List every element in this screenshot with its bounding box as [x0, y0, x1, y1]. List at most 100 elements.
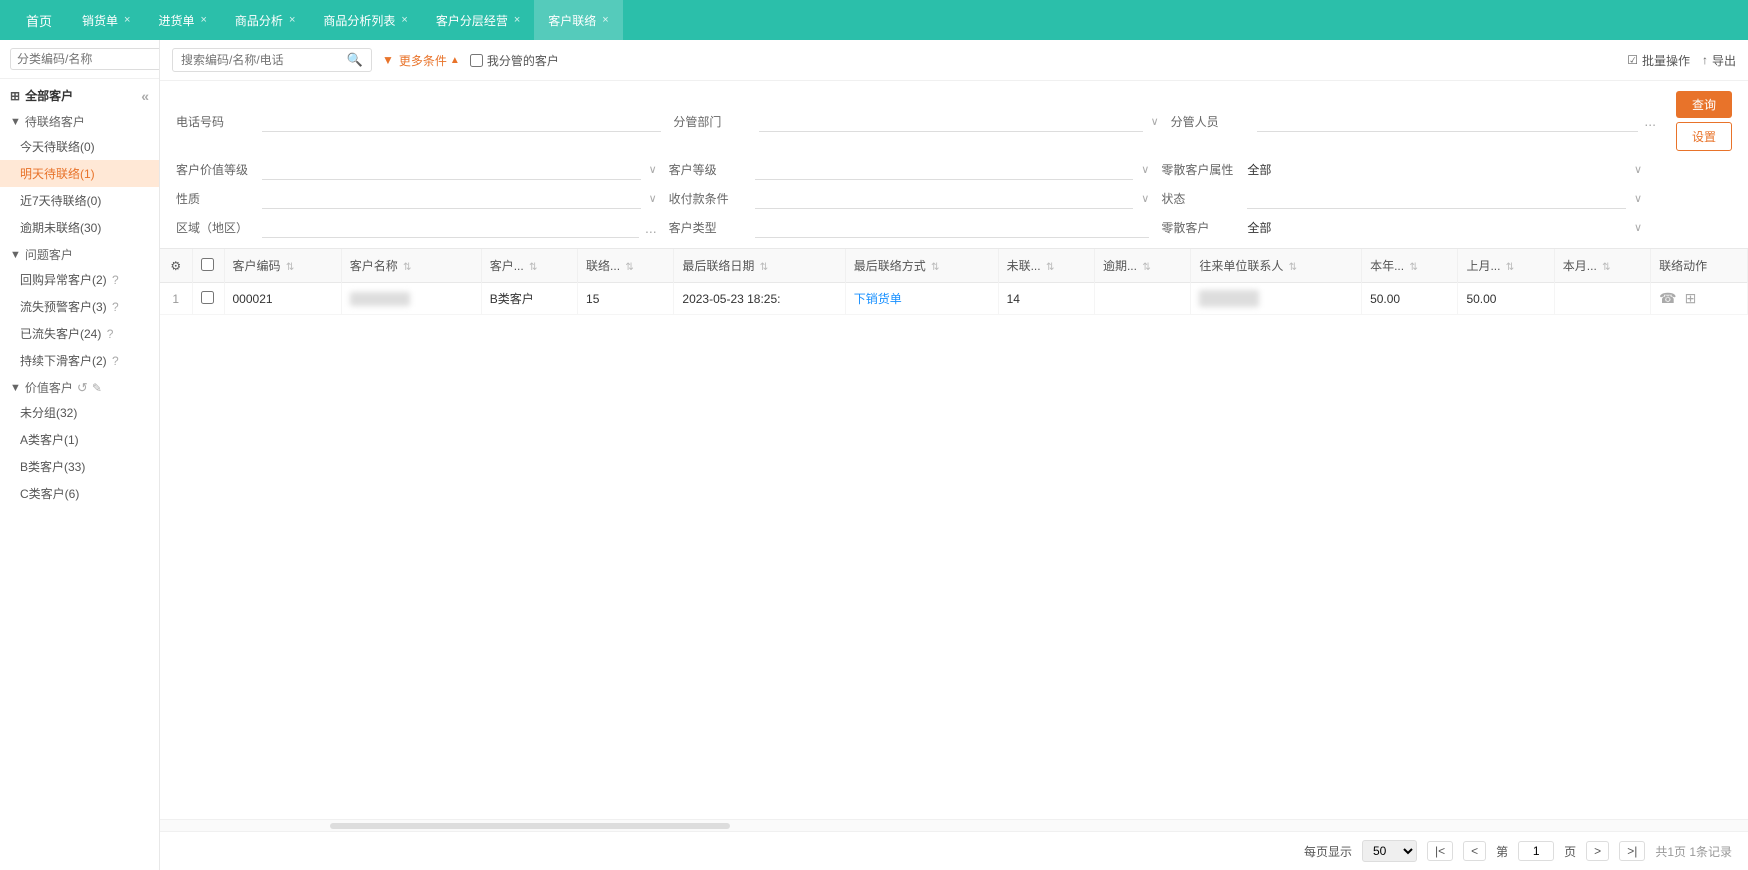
table-row: 1 000021 Ea B类客户 15 2023-05-23 18:25: 下销…: [160, 283, 1748, 315]
sidebar-search-input[interactable]: [10, 48, 160, 70]
export-icon: ↑: [1702, 53, 1708, 67]
nav-purchase[interactable]: 进货单 ×: [144, 0, 220, 40]
per-page-select[interactable]: 50 100 200: [1362, 840, 1417, 862]
row-this-month: [1554, 283, 1650, 315]
help-icon3: ?: [107, 327, 114, 341]
row-uncontacted: 14: [998, 283, 1094, 315]
sidebar-item-declining[interactable]: 持续下滑客户(2) ?: [0, 347, 159, 374]
payment-chevron-icon: ∨: [1141, 192, 1149, 205]
select-all-checkbox[interactable]: [201, 258, 214, 271]
refresh-icon[interactable]: ↺: [77, 380, 88, 396]
sidebar-item-week-contact[interactable]: 近7天待联络(0): [0, 187, 159, 214]
person-input[interactable]: [1257, 111, 1639, 132]
sort-lcm-icon[interactable]: ⇅: [931, 262, 939, 273]
sort-cp-icon[interactable]: ⇅: [1289, 262, 1297, 273]
nav-customer-tier[interactable]: 客户分层经营 ×: [422, 0, 534, 40]
dept-chevron-icon: ∨: [1151, 115, 1159, 128]
th-contact-count: 联络... ⇅: [578, 249, 674, 283]
nav-goods-analysis[interactable]: 商品分析 ×: [221, 0, 309, 40]
page-unit: 页: [1564, 843, 1576, 860]
all-customers-header[interactable]: ⊞ 全部客户 «: [0, 79, 159, 108]
row-contact-person: 某某某: [1191, 283, 1362, 315]
sidebar-value-group[interactable]: ▼ 价值客户 ↺ ✎: [0, 374, 159, 399]
nav-customer-contact[interactable]: 客户联络 ×: [534, 0, 622, 40]
sidebar-item-churned[interactable]: 已流失客户(24) ?: [0, 320, 159, 347]
th-this-year: 本年... ⇅: [1362, 249, 1458, 283]
close-purchase-icon[interactable]: ×: [200, 14, 206, 26]
my-customers-checkbox[interactable]: [470, 54, 483, 67]
sort-lm-icon[interactable]: ⇅: [1506, 262, 1514, 273]
sidebar-item-b-class[interactable]: B类客户(33): [0, 453, 159, 480]
gender-input[interactable]: [262, 188, 641, 209]
page-label: 第: [1496, 843, 1508, 860]
status-input[interactable]: [1247, 188, 1626, 209]
sort-lcd-icon[interactable]: ⇅: [760, 262, 768, 273]
close-sales-icon[interactable]: ×: [124, 14, 130, 26]
nav-goods-analysis-list[interactable]: 商品分析列表 ×: [309, 0, 421, 40]
nav-home[interactable]: 首页: [10, 0, 68, 40]
batch-action-btn[interactable]: ☑ 批量操作: [1627, 52, 1690, 69]
page-input[interactable]: [1518, 841, 1554, 861]
close-goods-analysis-icon[interactable]: ×: [289, 14, 295, 26]
filter-phone-cell: 电话号码: [176, 111, 661, 132]
dept-input[interactable]: [759, 111, 1142, 132]
sidebar-item-repurchase-abnormal[interactable]: 回购异常客户(2) ?: [0, 266, 159, 293]
sort-ctype-icon[interactable]: ⇅: [529, 262, 537, 273]
edit-value-icon[interactable]: ✎: [92, 381, 102, 395]
area-dots-icon[interactable]: ...: [645, 220, 657, 236]
row-checkbox[interactable]: [201, 291, 214, 304]
search-icon-main[interactable]: 🔍: [347, 52, 363, 68]
sort-cc-icon[interactable]: ⇅: [625, 262, 633, 273]
sidebar-item-ungrouped[interactable]: 未分组(32): [0, 399, 159, 426]
sidebar-problem-group[interactable]: ▼ 问题客户: [0, 241, 159, 266]
row-action-grid-icon[interactable]: ⊞: [1685, 290, 1697, 307]
th-name: 客户名称 ⇅: [341, 249, 481, 283]
settings-button[interactable]: 设置: [1676, 122, 1732, 151]
phone-input[interactable]: [262, 111, 661, 132]
first-page-btn[interactable]: |<: [1427, 841, 1453, 861]
last-contact-method-link[interactable]: 下销货单: [854, 292, 902, 306]
close-customer-tier-icon[interactable]: ×: [514, 14, 520, 26]
last-page-btn[interactable]: >|: [1619, 841, 1645, 861]
retail-customer-label: 零散客户: [1161, 219, 1241, 236]
scroll-area: [160, 819, 1748, 831]
th-last-contact-method: 最后联络方式 ⇅: [845, 249, 998, 283]
close-customer-contact-icon[interactable]: ×: [602, 14, 608, 26]
sidebar-pending-group[interactable]: ▼ 待联络客户: [0, 108, 159, 133]
horizontal-scrollbar[interactable]: [330, 823, 730, 829]
sort-ty-icon[interactable]: ⇅: [1409, 262, 1417, 273]
sort-uc-icon[interactable]: ⇅: [1046, 262, 1054, 273]
next-page-btn[interactable]: >: [1586, 841, 1609, 861]
payment-input[interactable]: [755, 188, 1134, 209]
more-conditions-btn[interactable]: ▼ 更多条件 ▲: [382, 52, 460, 69]
prev-page-btn[interactable]: <: [1463, 841, 1486, 861]
row-action-phone-icon[interactable]: ☎: [1659, 290, 1676, 307]
search-input[interactable]: [181, 53, 347, 67]
value-level-input[interactable]: [262, 159, 641, 180]
payment-label: 收付款条件: [669, 190, 749, 207]
sidebar-item-today-contact[interactable]: 今天待联络(0): [0, 133, 159, 160]
sidebar-item-c-class[interactable]: C类客户(6): [0, 480, 159, 507]
filter-value-level-cell: 客户价值等级 ∨: [176, 159, 657, 180]
collapse-icon[interactable]: «: [141, 88, 149, 104]
sidebar-item-churn-warning[interactable]: 流失预警客户(3) ?: [0, 293, 159, 320]
area-input[interactable]: [262, 217, 639, 238]
nav-sales[interactable]: 销货单 ×: [68, 0, 144, 40]
sidebar-search-area: 🔍: [0, 40, 159, 79]
sort-od-icon[interactable]: ⇅: [1142, 262, 1150, 273]
customer-level-input[interactable]: [755, 159, 1134, 180]
person-dots-icon[interactable]: ...: [1644, 113, 1656, 129]
sidebar-item-tomorrow-contact[interactable]: 明天待联络(1): [0, 160, 159, 187]
settings-icon[interactable]: ⚙: [170, 259, 181, 273]
sidebar-item-a-class[interactable]: A类客户(1): [0, 426, 159, 453]
sort-code-icon[interactable]: ⇅: [286, 262, 294, 273]
query-button[interactable]: 查询: [1676, 91, 1732, 118]
sidebar-item-overdue-contact[interactable]: 逾期未联络(30): [0, 214, 159, 241]
sort-name-icon[interactable]: ⇅: [403, 262, 411, 273]
close-goods-analysis-list-icon[interactable]: ×: [401, 14, 407, 26]
row-contact-count: 15: [578, 283, 674, 315]
export-btn[interactable]: ↑ 导出: [1702, 52, 1736, 69]
sort-tm-icon[interactable]: ⇅: [1602, 262, 1610, 273]
row-num: 1: [160, 283, 192, 315]
customer-type-input[interactable]: [755, 217, 1150, 238]
